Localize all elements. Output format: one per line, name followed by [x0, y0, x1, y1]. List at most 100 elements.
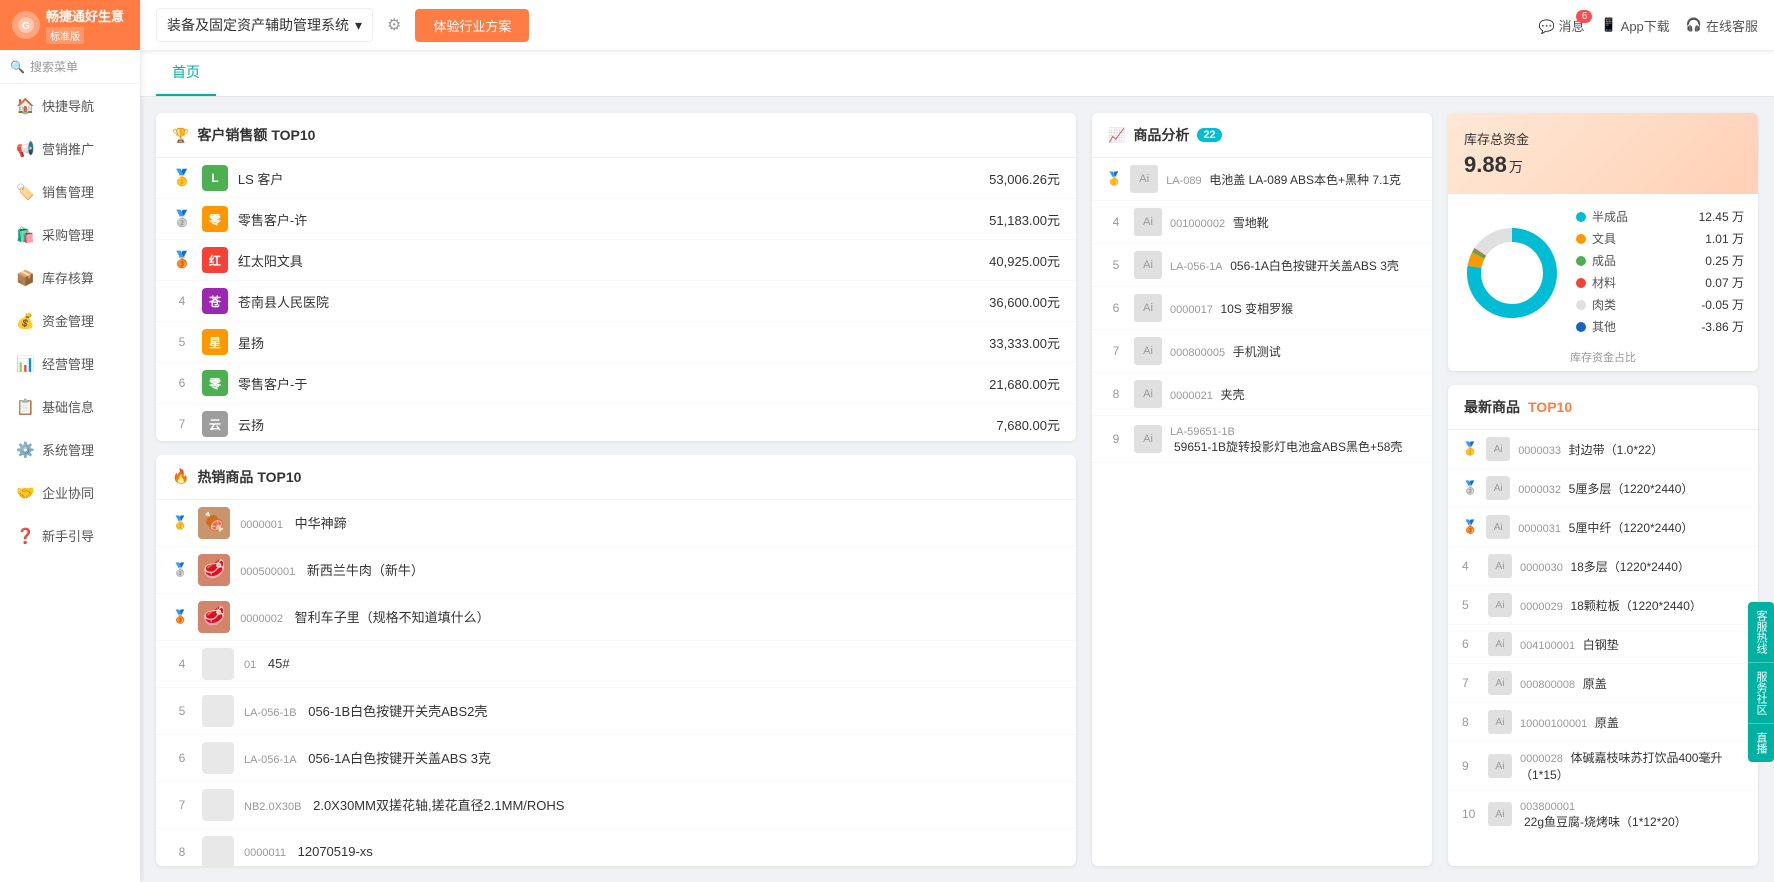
search-icon: 🔍 — [10, 60, 25, 74]
sidebar-item-inventory[interactable]: 📦 库存核算 — [0, 256, 140, 299]
item-thumbnail: Ai — [1134, 380, 1162, 408]
customer-avatar: 苍 — [202, 288, 228, 314]
cs-live-button[interactable]: 直播 — [1748, 724, 1774, 762]
product-row: 5 LA-056-1B 056-1B白色按键开关壳ABS2壳 — [156, 688, 1076, 735]
product-info: 0000011 12070519-xs — [244, 844, 1060, 859]
new-product-row: 7 Ai 000800008 原盖 — [1448, 664, 1758, 703]
item-info: 001000002 雪地靴 — [1170, 214, 1418, 231]
new-product-row: 🥇 Ai 0000033 封边带（1.0*22） — [1448, 430, 1758, 469]
new-products-list: 🥇 Ai 0000033 封边带（1.0*22） 🥈 Ai 0000032 5厘… — [1448, 430, 1758, 837]
legend-dot — [1576, 234, 1586, 244]
customer-ranking-list: 🥇 L LS 客户 53,006.26元 🥈 零 零售客户-许 51,183.0… — [156, 158, 1076, 441]
logo-text: 畅捷通好生意 标准版 — [46, 6, 124, 44]
sidebar-item-home[interactable]: 🏠 快捷导航 — [0, 84, 140, 127]
customer-avatar: 红 — [202, 247, 228, 273]
sidebar-item-marketing[interactable]: 📢 营销推广 — [0, 127, 140, 170]
sidebar-item-finance[interactable]: 💰 资金管理 — [0, 299, 140, 342]
sidebar-item-purchase[interactable]: 🛍️ 采购管理 — [0, 213, 140, 256]
new-product-thumb: Ai — [1488, 710, 1512, 734]
item-info: LA-056-1A 056-1A白色按键开关盖ABS 3壳 — [1170, 257, 1418, 274]
hot-products-header: 🔥 热销商品 TOP10 — [156, 455, 1076, 500]
sidebar-item-basic-info[interactable]: 📋 基础信息 — [0, 385, 140, 428]
legend-dot — [1576, 322, 1586, 332]
system-icon: ⚙️ — [16, 441, 34, 459]
item-thumbnail: Ai — [1134, 251, 1162, 279]
rank-row: 5 星 星扬 33,333.00元 — [156, 322, 1076, 363]
finance-icon: 💰 — [16, 312, 34, 330]
stock-info: 库存总资金 9.88 万 — [1464, 129, 1529, 178]
customer-ranking-card: 🏆 客户销售额 TOP10 🥇 L LS 客户 53,006.26元 🥈 零 — [156, 113, 1076, 441]
sidebar-item-cooperation[interactable]: 🤝 企业协同 — [0, 471, 140, 514]
new-product-row: 4 Ai 0000030 18多层（1220*2440） — [1448, 547, 1758, 586]
new-product-row: 10 Ai 003800001 22g鱼豆腐-烧烤味（1*12*20） — [1448, 791, 1758, 837]
stock-legend: 半成品 12.45 万 文具 1.01 万 成品 0.25 万 — [1576, 208, 1744, 340]
item-thumbnail: Ai — [1134, 337, 1162, 365]
list-item: 9 Ai LA-59651-1B 59651-1B旋转投影灯电池盒ABS黑色+5… — [1092, 416, 1432, 463]
new-product-info: 004100001 白钢垫 — [1520, 636, 1744, 653]
search-menu[interactable]: 🔍 搜索菜单 — [0, 50, 140, 84]
new-products-card: 最新商品 TOP10 🥇 Ai 0000033 封边带（1.0*22） 🥈 — [1448, 385, 1758, 866]
product-row: 8 0000011 12070519-xs — [156, 829, 1076, 866]
product-thumbnail — [202, 836, 234, 866]
new-product-row: 8 Ai 10000100001 原盖 — [1448, 703, 1758, 742]
logo-icon: G — [12, 11, 40, 39]
popular-items-card: 📈 商品分析 22 🥇 Ai LA-089 电池盖 LA-089 ABS本色+黑… — [1092, 113, 1432, 866]
item-thumbnail: Ai — [1134, 294, 1162, 322]
customer-avatar: 云 — [202, 411, 228, 437]
list-item: 8 Ai 0000021 夹壳 — [1092, 373, 1432, 416]
operations-icon: 📊 — [16, 355, 34, 373]
system-selector[interactable]: 装备及固定资产辅助管理系统 ▾ — [156, 8, 373, 42]
legend-dot — [1576, 212, 1586, 222]
medal-icon: 🥇 — [172, 168, 192, 188]
sidebar: G 畅捷通好生意 标准版 🔍 搜索菜单 🏠 快捷导航 📢 营销推广 🏷️ 销售管… — [0, 0, 140, 882]
settings-icon[interactable]: ⚙ — [383, 11, 405, 39]
fire-icon: 🔥 — [172, 468, 189, 485]
content-area: 🏆 客户销售额 TOP10 🥇 L LS 客户 53,006.26元 🥈 零 — [140, 97, 1774, 882]
product-info: LA-056-1A 056-1A白色按键开关盖ABS 3克 — [244, 748, 1060, 767]
sidebar-item-sales[interactable]: 🏷️ 销售管理 — [0, 170, 140, 213]
svg-text:G: G — [22, 21, 30, 32]
cs-community-button[interactable]: 服务社区 — [1748, 663, 1774, 724]
new-product-row: 🥈 Ai 0000032 5厘多层（1220*2440） — [1448, 469, 1758, 508]
item-thumbnail: Ai — [1134, 425, 1162, 453]
legend-item: 材料 0.07 万 — [1576, 274, 1744, 291]
cs-hotline-button[interactable]: 客服热线 — [1748, 602, 1774, 663]
legend-item: 肉类 -0.05 万 — [1576, 296, 1744, 313]
message-icon: 💬 — [1539, 19, 1555, 34]
new-product-row: 5 Ai 0000029 18颗粒板（1220*2440） — [1448, 586, 1758, 625]
medal-icon: 🥇 — [1106, 171, 1122, 187]
rank-row: 6 零 零售客户-于 21,680.00元 — [156, 363, 1076, 404]
product-row: 7 NB2.0X30B 2.0X30MM双搓花轴,搓花直径2.1MM/ROHS — [156, 782, 1076, 829]
rank-row: 4 苍 苍南县人民医院 36,600.00元 — [156, 281, 1076, 322]
product-row: 6 LA-056-1A 056-1A白色按键开关盖ABS 3克 — [156, 735, 1076, 782]
new-product-info: 003800001 22g鱼豆腐-烧烤味（1*12*20） — [1520, 798, 1744, 830]
basic-info-icon: 📋 — [16, 398, 34, 416]
product-thumbnail — [202, 648, 234, 680]
new-product-row: 🥉 Ai 0000031 5厘中纤（1220*2440） — [1448, 508, 1758, 547]
popular-items-list: 🥇 Ai LA-089 电池盖 LA-089 ABS本色+黑种 7.1克 4 A… — [1092, 158, 1432, 463]
item-info: LA-59651-1B 59651-1B旋转投影灯电池盒ABS黑色+58壳 — [1170, 423, 1418, 455]
purchase-icon: 🛍️ — [16, 226, 34, 244]
legend-item: 成品 0.25 万 — [1576, 252, 1744, 269]
left-column: 🏆 客户销售额 TOP10 🥇 L LS 客户 53,006.26元 🥈 零 — [156, 113, 1076, 866]
rank-row: 🥉 红 红太阳文具 40,925.00元 — [156, 240, 1076, 281]
legend-item: 半成品 12.45 万 — [1576, 208, 1744, 225]
legend-item: 文具 1.01 万 — [1576, 230, 1744, 247]
new-product-thumb: Ai — [1488, 554, 1512, 578]
sidebar-item-guide[interactable]: ❓ 新手引导 — [0, 514, 140, 557]
tab-home[interactable]: 首页 — [156, 50, 216, 96]
sidebar-item-system[interactable]: ⚙️ 系统管理 — [0, 428, 140, 471]
hot-products-list: 🥇 🍖 0000001 中华神蹄 🥈 🥩 000500001 新西兰牛肉（新牛） — [156, 500, 1076, 866]
rank-row: 7 云 云扬 7,680.00元 — [156, 404, 1076, 441]
donut-chart — [1462, 223, 1562, 326]
medal-icon: 🥈 — [172, 209, 192, 229]
message-button[interactable]: 💬 6 消息 — [1539, 16, 1585, 35]
product-thumbnail — [202, 789, 234, 821]
trophy-icon: 🏆 — [172, 127, 189, 144]
middle-column: 📈 商品分析 22 🥇 Ai LA-089 电池盖 LA-089 ABS本色+黑… — [1092, 113, 1432, 866]
sidebar-item-operations[interactable]: 📊 经营管理 — [0, 342, 140, 385]
trial-button[interactable]: 体验行业方案 — [415, 9, 529, 42]
marketing-icon: 📢 — [16, 140, 34, 158]
app-download-button[interactable]: 📱 App下载 — [1600, 16, 1669, 35]
online-service-button[interactable]: 🎧 在线客服 — [1686, 16, 1758, 35]
